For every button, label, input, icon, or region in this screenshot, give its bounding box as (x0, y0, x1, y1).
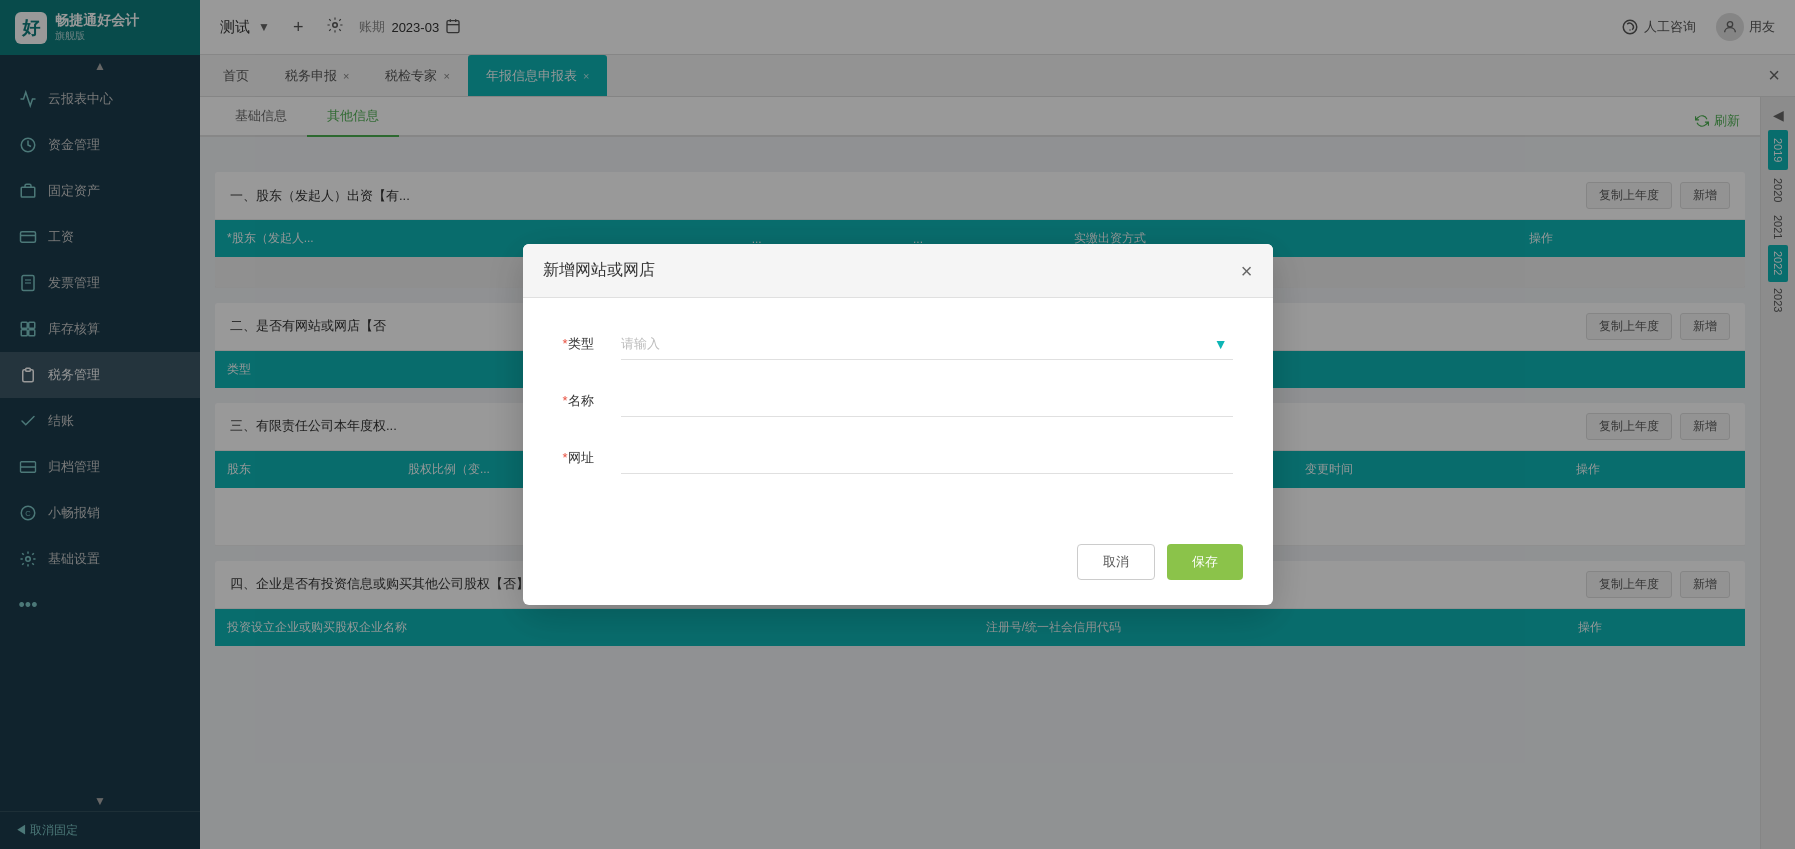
name-input[interactable] (621, 385, 1233, 417)
modal-footer: 取消 保存 (523, 529, 1273, 605)
modal-add-website: 新增网站或网店 × *类型 ▼ *名称 (523, 244, 1273, 605)
save-button[interactable]: 保存 (1167, 544, 1243, 580)
modal-overlay: 新增网站或网店 × *类型 ▼ *名称 (0, 0, 1795, 849)
modal-title: 新增网站或网店 (543, 260, 655, 281)
form-input-wrapper-url (621, 442, 1233, 474)
url-input[interactable] (621, 442, 1233, 474)
form-row-name: *名称 (563, 385, 1233, 417)
form-row-url: *网址 (563, 442, 1233, 474)
form-input-wrapper-name (621, 385, 1233, 417)
form-input-wrapper-type: ▼ (621, 328, 1233, 360)
form-label-type: *类型 (563, 335, 613, 353)
type-input[interactable] (621, 328, 1233, 360)
modal-close-button[interactable]: × (1241, 261, 1253, 281)
cancel-button[interactable]: 取消 (1077, 544, 1155, 580)
modal-body: *类型 ▼ *名称 *网址 (523, 298, 1273, 529)
modal-header: 新增网站或网店 × (523, 244, 1273, 298)
form-label-name: *名称 (563, 392, 613, 410)
form-row-type: *类型 ▼ (563, 328, 1233, 360)
form-label-url: *网址 (563, 449, 613, 467)
